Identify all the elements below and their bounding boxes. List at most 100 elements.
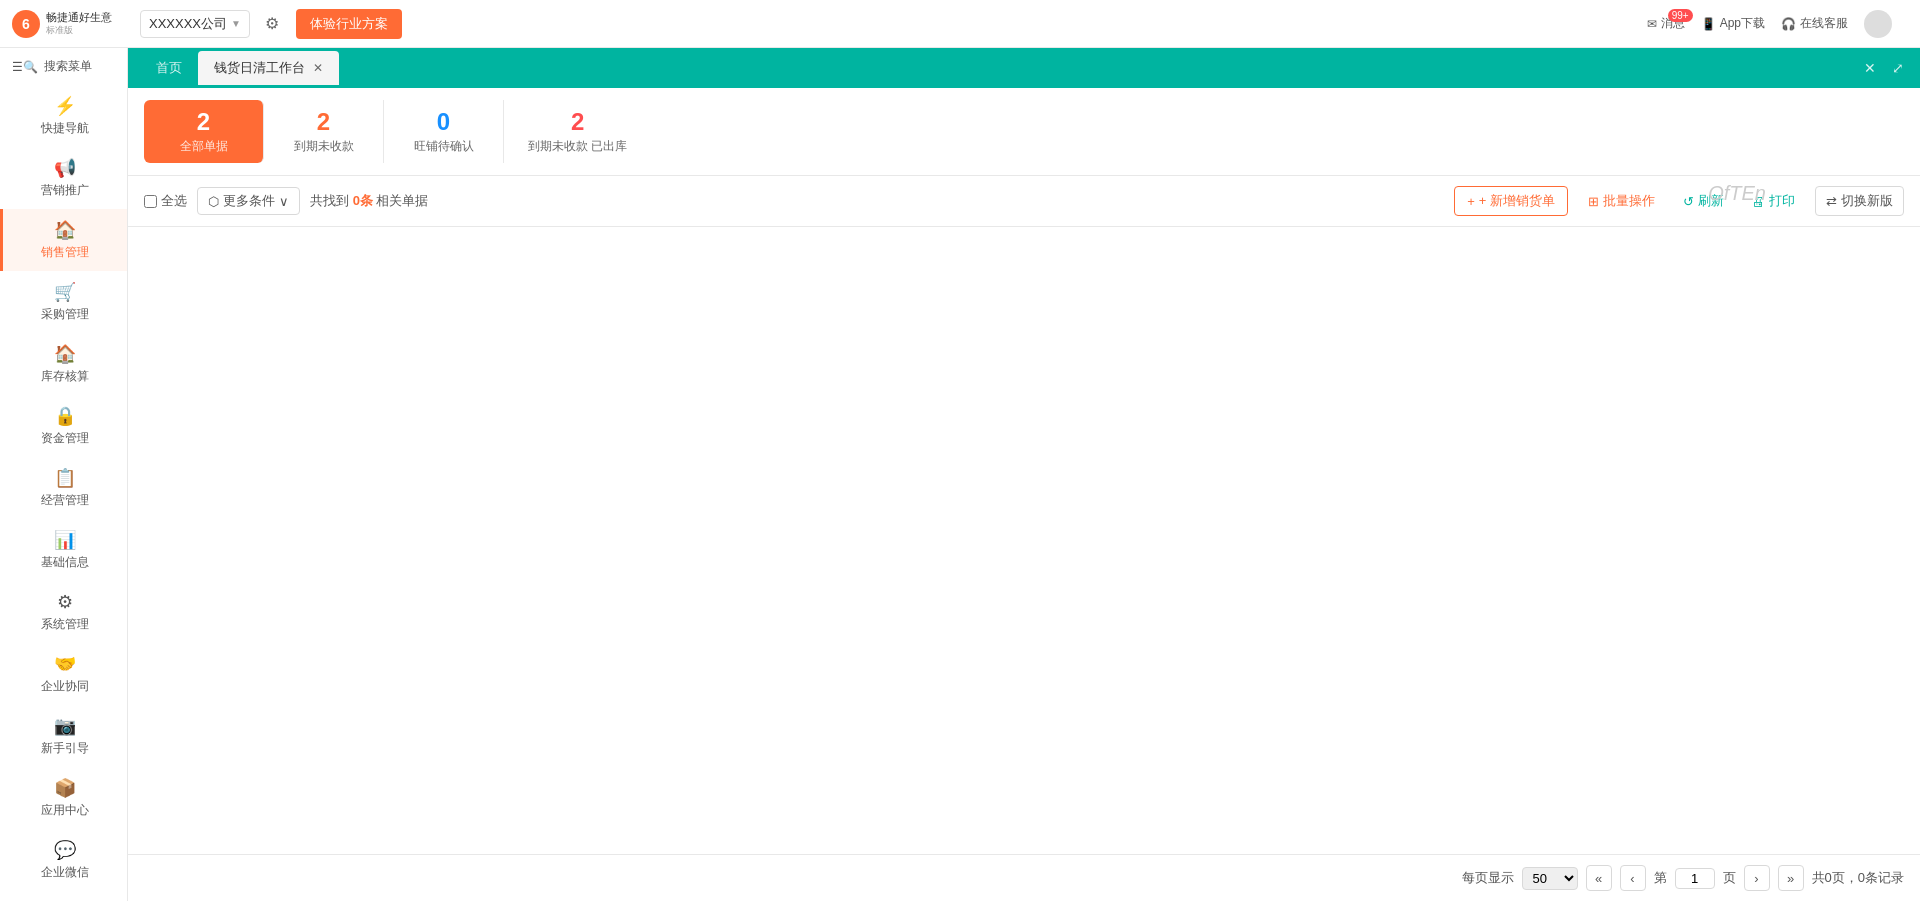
sidebar-item-purchase[interactable]: 🛒 采购管理 <box>0 271 127 333</box>
select-all-input[interactable] <box>144 195 157 208</box>
system-icon: ⚙ <box>57 591 73 613</box>
sidebar-item-operations[interactable]: 📋 经营管理 <box>0 457 127 519</box>
message-button[interactable]: ✉ 消息 99+ <box>1647 15 1685 32</box>
per-page-label: 每页显示 <box>1462 869 1514 887</box>
guide-icon: 📷 <box>54 715 76 737</box>
logo-text: 畅捷通好生意 <box>46 10 112 24</box>
top-header: 6 畅捷通好生意 标准版 XXXXXX公司 ▼ ⚙ 体验行业方案 ✉ 消息 99… <box>0 0 1920 48</box>
filter-label: 更多条件 <box>223 192 275 210</box>
service-icon: 🎧 <box>1781 17 1796 31</box>
online-service-label: 在线客服 <box>1800 15 1848 32</box>
add-sales-order-button[interactable]: + + 新增销货单 <box>1454 186 1568 216</box>
stats-row: 2 全部单据 2 到期未收款 0 旺铺待确认 2 到期未收款 已出库 <box>128 88 1920 176</box>
sidebar-item-finance[interactable]: 🔒 资金管理 <box>0 395 127 457</box>
tab-bar: 首页 钱货日清工作台 ✕ ✕ ⤢ <box>128 48 1920 88</box>
sidebar-item-inventory[interactable]: 🏠 库存核算 <box>0 333 127 395</box>
prev-page-button[interactable]: ‹ <box>1620 865 1646 891</box>
tab-cashflow-label: 钱货日清工作台 <box>214 60 305 75</box>
select-all-checkbox[interactable]: 全选 <box>144 192 187 210</box>
online-service-button[interactable]: 🎧 在线客服 <box>1781 15 1848 32</box>
sidebar-item-cooperation[interactable]: 🤝 企业协同 <box>0 643 127 705</box>
sidebar-label-purchase: 采购管理 <box>41 306 89 323</box>
sidebar-item-app-center[interactable]: 📦 应用中心 <box>0 767 127 829</box>
batch-icon: ⊞ <box>1588 194 1599 209</box>
gear-icon: ⚙ <box>265 14 279 33</box>
add-icon: + <box>1467 194 1475 209</box>
avatar[interactable] <box>1864 10 1892 38</box>
refresh-button[interactable]: ↺ 刷新 <box>1675 187 1732 215</box>
next-page-button[interactable]: › <box>1744 865 1770 891</box>
company-selector[interactable]: XXXXXX公司 ▼ <box>140 10 250 38</box>
found-text: 共找到 0条 相关单据 <box>310 192 428 210</box>
sidebar-item-system[interactable]: ⚙ 系统管理 <box>0 581 127 643</box>
message-badge: 99+ <box>1668 9 1693 22</box>
per-page-select[interactable]: 50 100 200 <box>1522 867 1578 890</box>
settings-button[interactable]: ⚙ <box>258 10 286 38</box>
operations-icon: 📋 <box>54 467 76 489</box>
next-page-icon: › <box>1754 871 1758 886</box>
sidebar-item-marketing[interactable]: 📢 营销推广 <box>0 147 127 209</box>
sidebar-label-system: 系统管理 <box>41 616 89 633</box>
toolbar-right: + + 新增销货单 ⊞ 批量操作 ↺ 刷新 🖨 打印 <box>1454 186 1904 216</box>
content-area: 2 全部单据 2 到期未收款 0 旺铺待确认 2 到期未收款 已出库 <box>128 88 1920 901</box>
sidebar-label-app-center: 应用中心 <box>41 802 89 819</box>
message-icon: ✉ <box>1647 17 1657 31</box>
stat-card-all[interactable]: 2 全部单据 <box>144 100 264 163</box>
sidebar-item-quick-nav[interactable]: ⚡ 快捷导航 <box>0 85 127 147</box>
sidebar-label-operations: 经营管理 <box>41 492 89 509</box>
sidebar-item-sales[interactable]: 🏠 销售管理 <box>0 209 127 271</box>
total-records: 共0页，0条记录 <box>1812 869 1904 887</box>
cooperation-icon: 🤝 <box>54 653 76 675</box>
stat-card-wangpu[interactable]: 0 旺铺待确认 <box>384 100 504 163</box>
stat-label-overdue: 到期未收款 <box>294 138 354 155</box>
header-right: ✉ 消息 99+ 📱 App下载 🎧 在线客服 <box>1647 10 1908 38</box>
sidebar: ☰🔍 搜索菜单 ⚡ 快捷导航 📢 营销推广 🏠 销售管理 🛒 采购管理 🏠 库存… <box>0 48 128 901</box>
stat-number-shipped: 2 <box>571 108 584 136</box>
page-label: 第 <box>1654 869 1667 887</box>
sales-icon: 🏠 <box>54 219 76 241</box>
trial-button[interactable]: 体验行业方案 <box>296 9 402 39</box>
main-content: 首页 钱货日清工作台 ✕ ✕ ⤢ 2 全部单据 2 到期未收款 <box>128 48 1920 901</box>
sidebar-item-guide[interactable]: 📷 新手引导 <box>0 705 127 767</box>
batch-operation-button[interactable]: ⊞ 批量操作 <box>1580 187 1663 215</box>
sidebar-label-cooperation: 企业协同 <box>41 678 89 695</box>
sidebar-item-wechat[interactable]: 💬 企业微信 <box>0 829 127 891</box>
search-menu-button[interactable]: ☰🔍 搜索菜单 <box>0 48 127 85</box>
filter-icon: ⬡ <box>208 194 219 209</box>
app-layout: ☰🔍 搜索菜单 ⚡ 快捷导航 📢 营销推广 🏠 销售管理 🛒 采购管理 🏠 库存… <box>0 48 1920 901</box>
tab-bar-actions: ✕ ⤢ <box>1860 58 1908 78</box>
print-button[interactable]: 🖨 打印 <box>1744 187 1803 215</box>
finance-icon: 🔒 <box>54 405 76 427</box>
app-download-button[interactable]: 📱 App下载 <box>1701 15 1765 32</box>
sidebar-label-wechat: 企业微信 <box>41 864 89 881</box>
print-icon: 🖨 <box>1752 194 1765 209</box>
stat-card-overdue[interactable]: 2 到期未收款 <box>264 100 384 163</box>
sidebar-label-guide: 新手引导 <box>41 740 89 757</box>
filter-button[interactable]: ⬡ 更多条件 ∨ <box>197 187 300 215</box>
tab-close-button[interactable]: ✕ <box>1860 58 1880 78</box>
last-page-button[interactable]: » <box>1778 865 1804 891</box>
switch-icon: ⇄ <box>1826 194 1837 209</box>
quick-nav-icon: ⚡ <box>54 95 76 117</box>
stat-label-all: 全部单据 <box>180 138 228 155</box>
tab-close-icon[interactable]: ✕ <box>313 61 323 75</box>
chevron-down-icon: ▼ <box>231 18 241 29</box>
sidebar-item-basic-info[interactable]: 📊 基础信息 <box>0 519 127 581</box>
switch-version-button[interactable]: ⇄ 切换新版 <box>1815 186 1904 216</box>
stat-card-shipped[interactable]: 2 到期未收款 已出库 <box>504 100 651 163</box>
tab-expand-button[interactable]: ⤢ <box>1888 58 1908 78</box>
tab-home[interactable]: 首页 <box>140 51 198 85</box>
first-page-button[interactable]: « <box>1586 865 1612 891</box>
sidebar-item-member[interactable]: V 畅会员 <box>0 891 127 901</box>
search-icon: ☰🔍 <box>12 60 38 74</box>
tab-cashflow[interactable]: 钱货日清工作台 ✕ <box>198 51 339 85</box>
search-menu-label: 搜索菜单 <box>44 58 92 75</box>
stat-number-overdue: 2 <box>317 108 330 136</box>
page-number-input[interactable] <box>1675 868 1715 889</box>
app-download-label: App下载 <box>1720 15 1765 32</box>
tab-home-label: 首页 <box>156 60 182 75</box>
inventory-icon: 🏠 <box>54 343 76 365</box>
refresh-icon: ↺ <box>1683 194 1694 209</box>
basic-info-icon: 📊 <box>54 529 76 551</box>
logo-sub: 标准版 <box>46 24 112 37</box>
